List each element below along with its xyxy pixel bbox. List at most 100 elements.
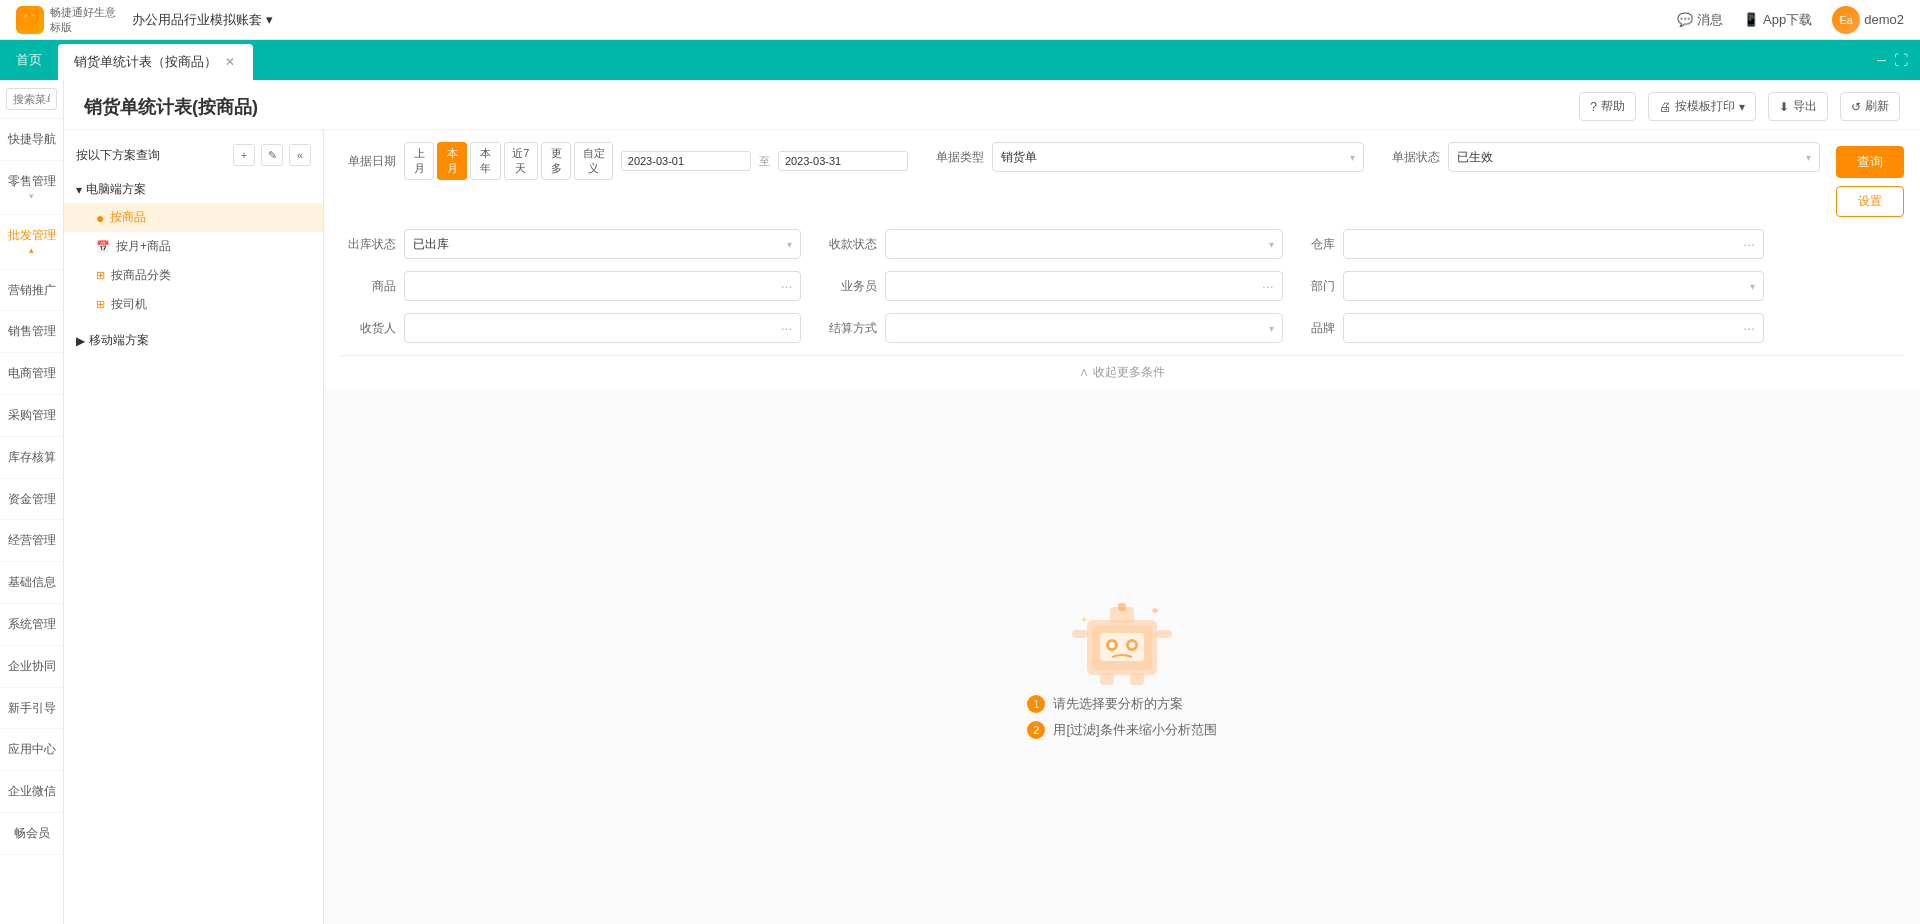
department-arrow-icon: ▾ bbox=[1750, 281, 1755, 292]
product-control[interactable]: ··· bbox=[404, 271, 801, 301]
receipt-status-control[interactable]: ▾ bbox=[885, 229, 1282, 259]
tab-sales-report[interactable]: 销货单统计表（按商品） ✕ bbox=[58, 44, 253, 80]
filter-row-1: 单据日期 上月 本月 本年 近7天 更多 自定义 至 bbox=[340, 142, 1904, 217]
page-title: 销货单统计表(按商品) bbox=[84, 95, 258, 119]
refresh-icon: ↺ bbox=[1851, 100, 1861, 114]
print-button[interactable]: 🖨 按模板打印 ▾ bbox=[1648, 92, 1756, 121]
main-layout: 快捷导航 零售管理 ▾ 批发管理 ▴ 营销推广 销售管理 电商管理 采购管理 库… bbox=[0, 80, 1920, 924]
brand-control[interactable]: ··· bbox=[1343, 313, 1764, 343]
salesperson-label: 业务员 bbox=[821, 278, 877, 295]
receiver-dots-icon: ··· bbox=[781, 320, 793, 336]
doc-type-control[interactable]: 销货单 ▾ bbox=[992, 142, 1364, 172]
sidebar-item-inventory[interactable]: 库存核算 bbox=[0, 437, 63, 479]
salesperson-control[interactable]: ··· bbox=[885, 271, 1282, 301]
desktop-scheme-section: ▾ 电脑端方案 ● 按商品 📅 按月+商品 ⊞ 按商品分类 bbox=[64, 172, 323, 323]
filter-field-date: 单据日期 上月 本月 本年 近7天 更多 自定义 至 bbox=[340, 142, 908, 180]
avatar: Ea bbox=[1832, 6, 1860, 34]
query-button[interactable]: 查询 bbox=[1836, 146, 1904, 178]
tab-minimize-icon[interactable]: – bbox=[1877, 51, 1886, 69]
sidebar-item-apps[interactable]: 应用中心 bbox=[0, 729, 63, 771]
message-icon: 💬 bbox=[1677, 12, 1693, 27]
this-year-btn[interactable]: 本年 bbox=[470, 142, 500, 180]
message-action[interactable]: 💬 消息 bbox=[1677, 11, 1723, 29]
scheme-item-by-category[interactable]: ⊞ 按商品分类 bbox=[64, 261, 323, 290]
sidebar-item-quick-nav[interactable]: 快捷导航 bbox=[0, 119, 63, 161]
tab-close-icon[interactable]: ✕ bbox=[223, 53, 237, 71]
receipt-arrow-icon: ▾ bbox=[1269, 239, 1274, 250]
settlement-control[interactable]: ▾ bbox=[885, 313, 1282, 343]
collapse-bar[interactable]: ∧ 收起更多条件 bbox=[340, 355, 1904, 389]
mobile-scheme-header[interactable]: ▶ 移动端方案 bbox=[64, 327, 323, 354]
date-to-input[interactable] bbox=[778, 151, 908, 171]
filter-field-warehouse: 仓库 ··· bbox=[1303, 229, 1764, 259]
sidebar-item-operations[interactable]: 经营管理 bbox=[0, 520, 63, 562]
sidebar-item-basic[interactable]: 基础信息 bbox=[0, 562, 63, 604]
filter-field-doc-status: 单据状态 已生效 ▾ bbox=[1384, 142, 1820, 172]
edit-scheme-button[interactable]: ✎ bbox=[261, 144, 283, 166]
last-month-btn[interactable]: 上月 bbox=[404, 142, 434, 180]
sidebar-item-finance[interactable]: 资金管理 bbox=[0, 479, 63, 521]
empty-state: ✦ ✦ 1 请先选择要分析的方案 2 用[过滤]条件来缩小分析范围 bbox=[324, 389, 1920, 924]
department-label: 部门 bbox=[1303, 278, 1335, 295]
settlement-arrow-icon: ▾ bbox=[1269, 323, 1274, 334]
tab-maximize-icon[interactable]: ⛶ bbox=[1894, 52, 1908, 68]
help-button[interactable]: ? 帮助 bbox=[1579, 92, 1636, 121]
app-download-action[interactable]: 📱 App下载 bbox=[1743, 11, 1812, 29]
filter-panel-container: 按以下方案查询 + ✎ « bbox=[64, 130, 1920, 924]
filter-field-settlement: 结算方式 ▾ bbox=[821, 313, 1282, 343]
active-scheme-dot: ● bbox=[96, 210, 104, 226]
collapse-scheme-button[interactable]: « bbox=[289, 144, 311, 166]
search-input[interactable] bbox=[6, 88, 57, 110]
scheme-panel-icons: + ✎ « bbox=[233, 144, 311, 166]
sidebar-item-enterprise[interactable]: 企业协同 bbox=[0, 646, 63, 688]
scheme-item-by-product[interactable]: ● 按商品 bbox=[64, 203, 323, 232]
scheme-item-by-month-product[interactable]: 📅 按月+商品 bbox=[64, 232, 323, 261]
add-scheme-button[interactable]: + bbox=[233, 144, 255, 166]
filter-field-receiver: 收货人 ··· bbox=[340, 313, 801, 343]
brand-label: 品牌 bbox=[1303, 320, 1335, 337]
more-btn[interactable]: 更多 bbox=[541, 142, 571, 180]
doc-status-label: 单据状态 bbox=[1384, 149, 1440, 166]
user-profile[interactable]: Ea demo2 bbox=[1832, 6, 1904, 34]
export-button[interactable]: ⬇ 导出 bbox=[1768, 92, 1828, 121]
sidebar-item-sales-mgmt[interactable]: 销售管理 bbox=[0, 311, 63, 353]
scheme-panel-title: 按以下方案查询 bbox=[76, 147, 160, 164]
svg-point-6 bbox=[1129, 642, 1135, 648]
refresh-button[interactable]: ↺ 刷新 bbox=[1840, 92, 1900, 121]
sidebar-item-guide[interactable]: 新手引导 bbox=[0, 688, 63, 730]
scheme-item-by-driver[interactable]: ⊞ 按司机 bbox=[64, 290, 323, 319]
download-icon: 📱 bbox=[1743, 12, 1759, 27]
last7-btn[interactable]: 近7天 bbox=[504, 142, 539, 180]
filter-field-salesperson: 业务员 ··· bbox=[821, 271, 1282, 301]
filter-field-doc-type: 单据类型 销货单 ▾ bbox=[928, 142, 1364, 172]
brand-dots-icon: ··· bbox=[1743, 320, 1755, 336]
sidebar-item-vip[interactable]: 畅会员 bbox=[0, 813, 63, 855]
sidebar-item-marketing[interactable]: 营销推广 bbox=[0, 270, 63, 312]
calendar-icon: 📅 bbox=[96, 240, 110, 253]
sidebar-item-ecommerce[interactable]: 电商管理 bbox=[0, 353, 63, 395]
tip-2-number: 2 bbox=[1027, 721, 1045, 739]
warehouse-dots-icon: ··· bbox=[1743, 236, 1755, 252]
logo-area: 🧡 畅捷通好生意 标版 bbox=[16, 5, 116, 34]
tab-home[interactable]: 首页 bbox=[0, 40, 58, 80]
sidebar-item-wholesale[interactable]: 批发管理 ▴ bbox=[0, 215, 63, 269]
date-buttons-group: 上月 本月 本年 近7天 更多 自定义 bbox=[404, 142, 613, 180]
svg-rect-10 bbox=[1156, 630, 1172, 638]
dropdown-arrow-icon: ▾ bbox=[266, 12, 273, 27]
svg-rect-9 bbox=[1072, 630, 1088, 638]
sidebar-item-wechat[interactable]: 企业微信 bbox=[0, 771, 63, 813]
warehouse-control[interactable]: ··· bbox=[1343, 229, 1764, 259]
settings-button[interactable]: 设置 bbox=[1836, 186, 1904, 217]
sidebar-item-retail[interactable]: 零售管理 ▾ bbox=[0, 161, 63, 215]
out-status-control[interactable]: 已出库 ▾ bbox=[404, 229, 801, 259]
this-month-btn[interactable]: 本月 bbox=[437, 142, 467, 180]
date-from-input[interactable] bbox=[621, 151, 751, 171]
custom-btn[interactable]: 自定义 bbox=[574, 142, 612, 180]
sidebar-item-system[interactable]: 系统管理 bbox=[0, 604, 63, 646]
desktop-scheme-header[interactable]: ▾ 电脑端方案 bbox=[64, 176, 323, 203]
receiver-control[interactable]: ··· bbox=[404, 313, 801, 343]
department-control[interactable]: ▾ bbox=[1343, 271, 1764, 301]
sidebar-item-purchase[interactable]: 采购管理 bbox=[0, 395, 63, 437]
system-selector[interactable]: 办公用品行业模拟账套 ▾ bbox=[124, 7, 281, 33]
doc-status-control[interactable]: 已生效 ▾ bbox=[1448, 142, 1820, 172]
